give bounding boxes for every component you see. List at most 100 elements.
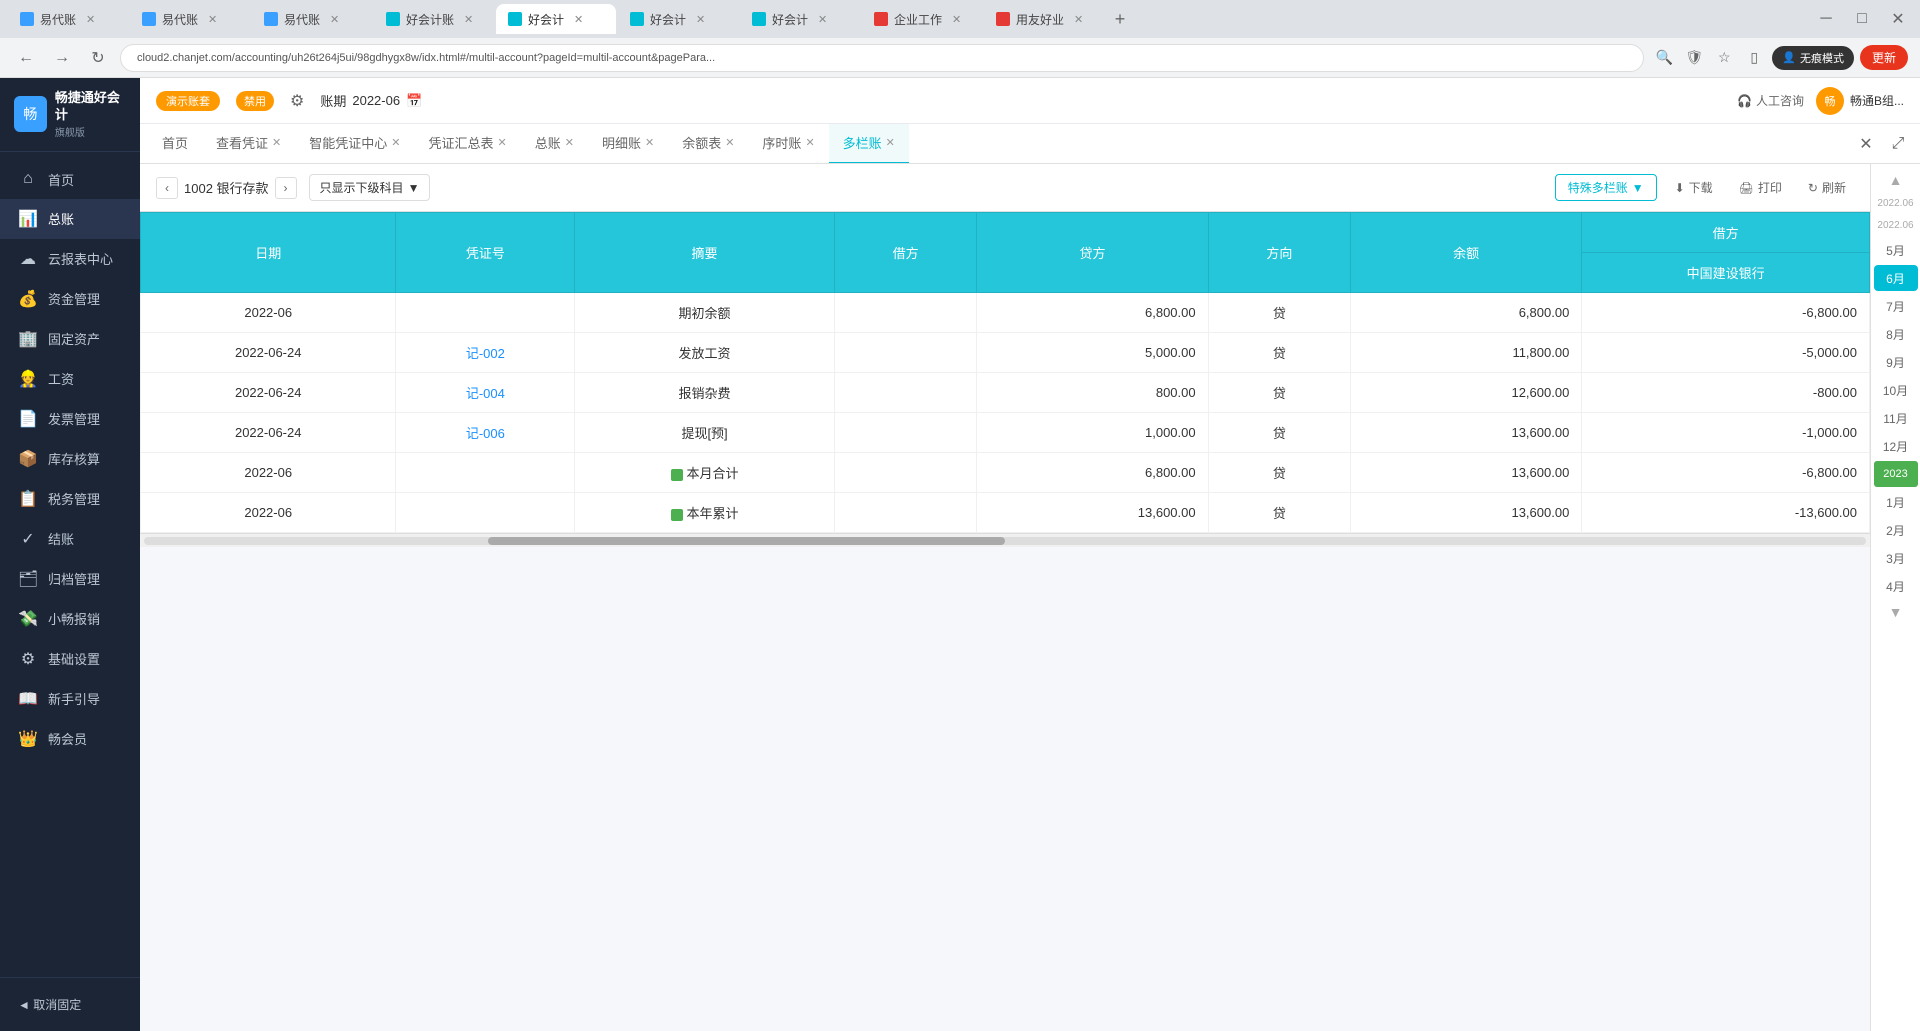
next-account-button[interactable]: ›	[275, 177, 297, 199]
tab-yidaizhang-3[interactable]: 易代账 ✕	[252, 4, 372, 34]
tab-multi-col-close[interactable]: ✕	[886, 136, 895, 149]
tab-general-ledger-close[interactable]: ✕	[565, 136, 574, 149]
tab-haokuaiji-6[interactable]: 好会计 ✕	[618, 4, 738, 34]
filter-select[interactable]: 只显示下级科目 ▼	[309, 174, 431, 201]
time-june[interactable]: 6月	[1874, 265, 1918, 291]
address-input[interactable]: cloud2.chanjet.com/accounting/uh26t264j5…	[120, 44, 1644, 72]
tab-voucher-summary-close[interactable]: ✕	[498, 136, 507, 149]
tab-yonyou-9[interactable]: 用友好业 ✕	[984, 4, 1104, 34]
tab-haokuaiji-5[interactable]: 好会计 ✕	[496, 4, 616, 34]
update-button[interactable]: 更新	[1860, 45, 1908, 70]
settings-gear-icon[interactable]: ⚙	[290, 91, 304, 111]
tab-close-5[interactable]: ✕	[574, 13, 583, 26]
tab-home[interactable]: 首页	[148, 124, 202, 164]
maximize-button[interactable]: □	[1848, 5, 1876, 33]
tab-voucher-summary[interactable]: 凭证汇总表 ✕	[414, 124, 520, 164]
tab-multi-col[interactable]: 多栏账 ✕	[829, 124, 909, 164]
time-jan[interactable]: 1月	[1874, 489, 1918, 515]
tab-yidaizhang-1[interactable]: 易代账 ✕	[8, 4, 128, 34]
tab-enterprise-8[interactable]: 企业工作 ✕	[862, 4, 982, 34]
calendar-icon[interactable]: 📅	[406, 93, 422, 109]
tab-smart-voucher[interactable]: 智能凭证中心 ✕	[295, 124, 414, 164]
time-october[interactable]: 10月	[1874, 377, 1918, 403]
tab-close-3[interactable]: ✕	[330, 13, 339, 26]
new-tab-button[interactable]: +	[1106, 5, 1134, 33]
time-july[interactable]: 7月	[1874, 293, 1918, 319]
time-december[interactable]: 12月	[1874, 433, 1918, 459]
sidebar-item-fixed-assets[interactable]: 🏢 固定资产	[0, 319, 140, 359]
tab-yidaizhang-2[interactable]: 易代账 ✕	[130, 4, 250, 34]
tab-close-2[interactable]: ✕	[208, 13, 217, 26]
sidebar-toggle-icon[interactable]: ▯	[1742, 46, 1766, 70]
sidebar-item-tax[interactable]: 📋 税务管理	[0, 479, 140, 519]
tab-haokuaiji-4[interactable]: 好会计账 ✕	[374, 4, 494, 34]
tab-sequence-ledger-close[interactable]: ✕	[805, 136, 814, 149]
unpin-button[interactable]: ◄ 取消固定	[0, 988, 140, 1021]
time-september[interactable]: 9月	[1874, 349, 1918, 375]
time-feb[interactable]: 2月	[1874, 517, 1918, 543]
tab-close-action[interactable]: ✕	[1852, 130, 1880, 158]
time-apr[interactable]: 4月	[1874, 573, 1918, 599]
tab-smart-voucher-close[interactable]: ✕	[391, 136, 400, 149]
time-mar[interactable]: 3月	[1874, 545, 1918, 571]
tab-close-7[interactable]: ✕	[818, 13, 827, 26]
tab-close-9[interactable]: ✕	[1074, 13, 1083, 26]
sidebar-item-inventory[interactable]: 📦 库存核算	[0, 439, 140, 479]
settings-icon: ⚙	[18, 649, 38, 669]
refresh-button[interactable]: ↻ 刷新	[1800, 175, 1854, 200]
sidebar-item-ledger[interactable]: 📊 总账	[0, 199, 140, 239]
scroll-thumb[interactable]	[488, 537, 1005, 545]
tab-balance-sheet-close[interactable]: ✕	[725, 136, 734, 149]
tab-detail-ledger[interactable]: 明细账 ✕	[588, 124, 668, 164]
tab-detail-ledger-close[interactable]: ✕	[645, 136, 654, 149]
sidebar-item-payroll[interactable]: 👷 工资	[0, 359, 140, 399]
tab-view-voucher[interactable]: 查看凭证 ✕	[202, 124, 295, 164]
sidebar-item-expense[interactable]: 💸 小畅报销	[0, 599, 140, 639]
sidebar-item-archive[interactable]: 🗂 归档管理	[0, 559, 140, 599]
service-button[interactable]: 🎧 人工咨询	[1737, 92, 1804, 109]
horizontal-scrollbar[interactable]	[140, 533, 1870, 547]
search-icon[interactable]: 🔍	[1652, 46, 1676, 70]
sidebar-item-member[interactable]: 👑 畅会员	[0, 719, 140, 759]
stealth-mode-button[interactable]: 👤 无痕模式	[1772, 46, 1854, 70]
close-button[interactable]: ✕	[1884, 5, 1912, 33]
refresh-button[interactable]: ↻	[84, 44, 112, 72]
cell-voucher[interactable]: 记-006	[396, 413, 575, 453]
sidebar-item-fund[interactable]: 💰 资金管理	[0, 279, 140, 319]
back-button[interactable]: ←	[12, 44, 40, 72]
address-bar-actions: 🔍 🛡 ☆ ▯ 👤 无痕模式 更新	[1652, 45, 1908, 70]
cell-voucher[interactable]: 记-004	[396, 373, 575, 413]
sidebar-item-settings[interactable]: ⚙ 基础设置	[0, 639, 140, 679]
tab-haokuaiji-7[interactable]: 好会计 ✕	[740, 4, 860, 34]
time-down-arrow[interactable]: ▼	[1885, 600, 1907, 624]
tab-sequence-ledger[interactable]: 序时账 ✕	[748, 124, 828, 164]
time-up-arrow[interactable]: ▲	[1885, 168, 1907, 192]
print-button[interactable]: 🖨 打印	[1731, 175, 1790, 200]
sidebar-item-invoice[interactable]: 📄 发票管理	[0, 399, 140, 439]
tab-general-ledger[interactable]: 总账 ✕	[521, 124, 588, 164]
multi-col-button[interactable]: 特殊多栏账 ▼	[1555, 174, 1657, 201]
time-november[interactable]: 11月	[1874, 405, 1918, 431]
cell-voucher[interactable]: 记-002	[396, 333, 575, 373]
download-button[interactable]: ⬇ 下载	[1667, 175, 1721, 200]
time-august[interactable]: 8月	[1874, 321, 1918, 347]
user-avatar[interactable]: 畅	[1816, 87, 1844, 115]
tab-expand-action[interactable]: ⤢	[1884, 130, 1912, 158]
star-icon[interactable]: ☆	[1712, 46, 1736, 70]
tab-close-1[interactable]: ✕	[86, 13, 95, 26]
sidebar-item-guide[interactable]: 📖 新手引导	[0, 679, 140, 719]
sidebar-item-cloud-report[interactable]: ☁ 云报表中心	[0, 239, 140, 279]
time-may[interactable]: 5月	[1874, 237, 1918, 263]
minimize-button[interactable]: ─	[1812, 5, 1840, 33]
tab-balance-sheet[interactable]: 余额表 ✕	[668, 124, 748, 164]
scroll-track[interactable]	[144, 537, 1866, 545]
tab-close-6[interactable]: ✕	[696, 13, 705, 26]
time-year-2023[interactable]: 2023	[1874, 461, 1918, 487]
tab-close-8[interactable]: ✕	[952, 13, 961, 26]
tab-view-voucher-close[interactable]: ✕	[272, 136, 281, 149]
forward-button[interactable]: →	[48, 44, 76, 72]
tab-close-4[interactable]: ✕	[464, 13, 473, 26]
sidebar-item-home[interactable]: ⌂ 首页	[0, 160, 140, 199]
prev-account-button[interactable]: ‹	[156, 177, 178, 199]
sidebar-item-close-account[interactable]: ✓ 结账	[0, 519, 140, 559]
